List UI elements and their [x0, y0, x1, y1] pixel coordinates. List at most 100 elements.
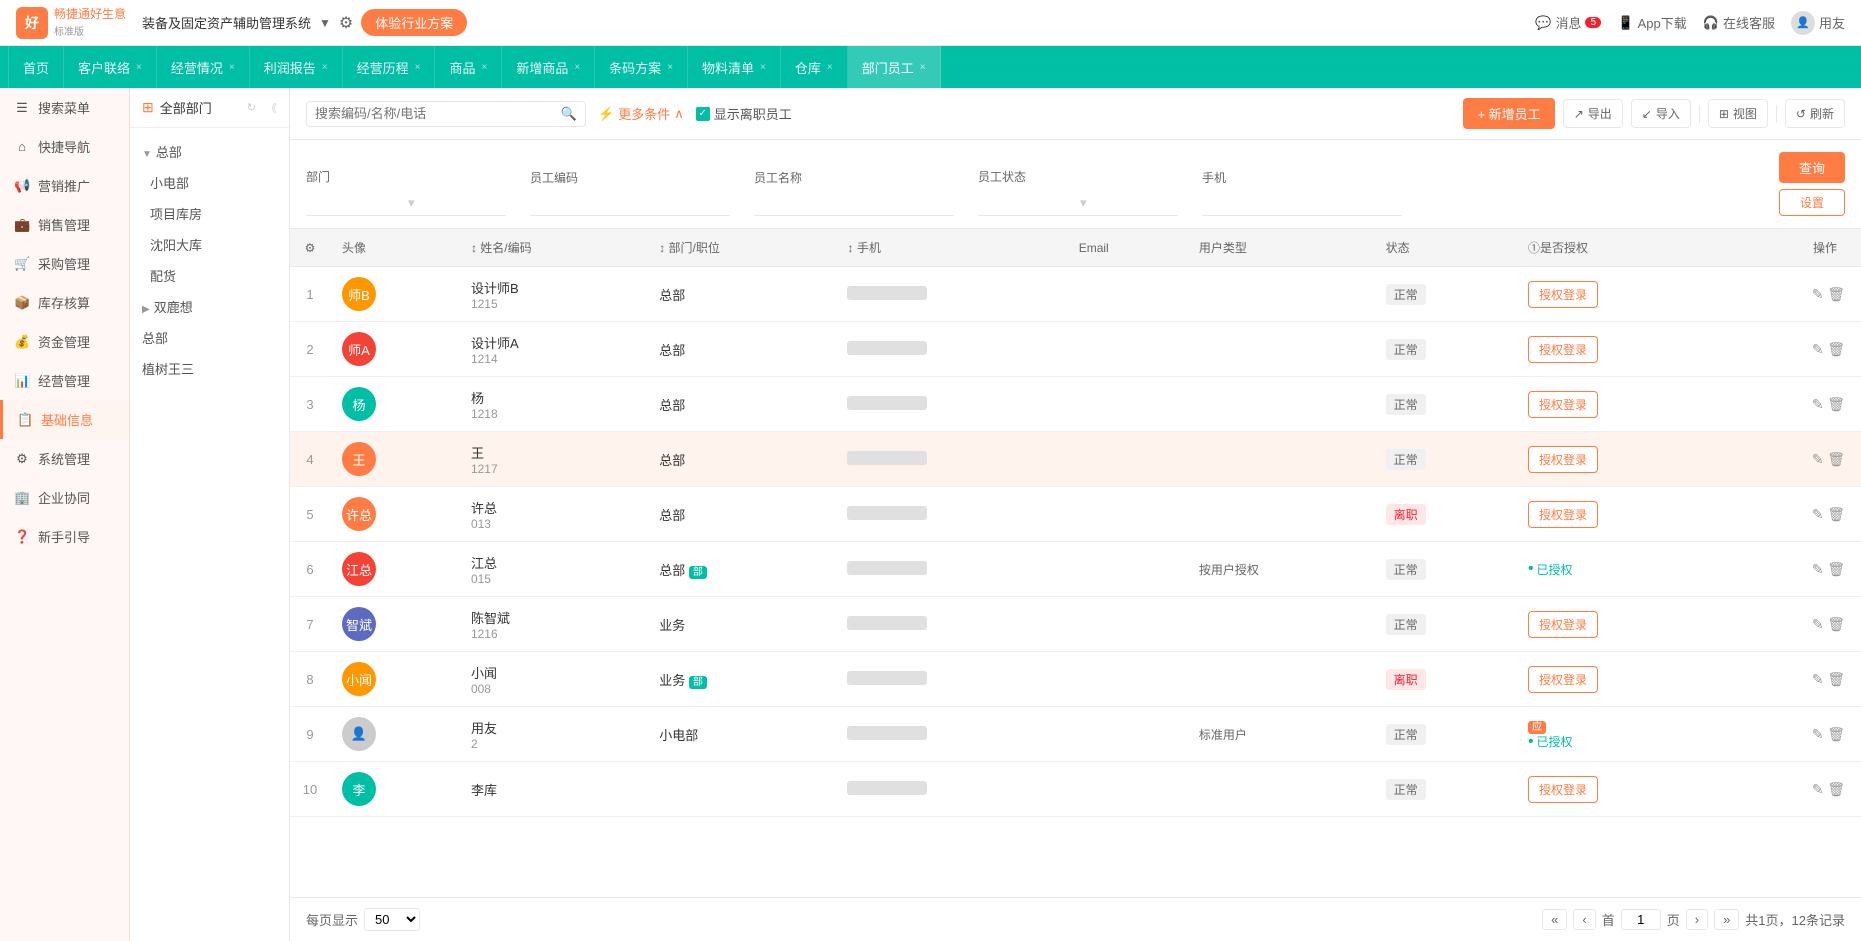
auth-btn-5[interactable]: 授权登录 [1528, 501, 1598, 528]
tab-close-物料清单[interactable]: × [760, 62, 766, 73]
first-page-btn[interactable]: « [1542, 909, 1567, 930]
sidebar-item-search[interactable]: ☰搜索菜单 [0, 88, 129, 127]
user-area[interactable]: 👤 用友 [1791, 11, 1845, 35]
sidebar-item-marketing[interactable]: 📢营销推广 [0, 166, 129, 205]
dept-node-总部[interactable]: 总部 [130, 322, 289, 353]
sidebar-item-sales[interactable]: 💼销售管理 [0, 205, 129, 244]
more-filter-btn[interactable]: ⚡ 更多条件 ∧ [598, 104, 684, 123]
nav-tab-条码方案[interactable]: 条码方案 × [595, 46, 688, 88]
delete-btn-9[interactable]: 🗑 [1827, 726, 1845, 742]
page-input[interactable] [1621, 909, 1661, 930]
prev-page-btn[interactable]: ‹ [1573, 909, 1595, 930]
delete-btn-6[interactable]: 🗑 [1827, 561, 1845, 577]
tab-close-经营历程[interactable]: × [415, 62, 421, 73]
next-page-btn[interactable]: › [1686, 909, 1708, 930]
nav-tab-物料清单[interactable]: 物料清单 × [688, 46, 781, 88]
delete-btn-2[interactable]: 🗑 [1827, 341, 1845, 357]
auth-btn-2[interactable]: 授权登录 [1528, 336, 1598, 363]
resigned-checkbox[interactable]: ✓ [696, 107, 710, 121]
auth-btn-1[interactable]: 授权登录 [1528, 281, 1598, 308]
dept-node-配货[interactable]: 配货 [130, 260, 289, 291]
search-input[interactable] [315, 106, 557, 121]
last-page-btn[interactable]: » [1714, 909, 1739, 930]
nav-tab-利润报告[interactable]: 利润报告 × [250, 46, 343, 88]
gear-btn[interactable]: ⚙ [339, 13, 353, 33]
empname-filter-input[interactable] [754, 192, 954, 216]
sidebar-item-inventory[interactable]: 📦库存核算 [0, 283, 129, 322]
edit-btn-4[interactable]: ✎ [1812, 451, 1824, 467]
sidebar-item-guide[interactable]: ❓新手引导 [0, 517, 129, 556]
col-settings[interactable]: ⚙ [290, 229, 330, 267]
edit-btn-2[interactable]: ✎ [1812, 341, 1824, 357]
edit-btn-9[interactable]: ✎ [1812, 726, 1824, 742]
tab-close-商品[interactable]: × [481, 62, 487, 73]
add-employee-btn[interactable]: + 新增员工 [1463, 98, 1554, 129]
nav-tab-仓库[interactable]: 仓库 × [781, 46, 848, 88]
delete-btn-7[interactable]: 🗑 [1827, 616, 1845, 632]
tab-close-条码方案[interactable]: × [667, 62, 673, 73]
sidebar-item-shortcut[interactable]: ⌂快捷导航 [0, 127, 129, 166]
sidebar-item-operation[interactable]: 📊经营管理 [0, 361, 129, 400]
empcode-filter-input[interactable] [530, 192, 730, 216]
auth-btn-4[interactable]: 授权登录 [1528, 446, 1598, 473]
nav-tab-经营情况[interactable]: 经营情况 × [157, 46, 250, 88]
tab-close-经营情况[interactable]: × [229, 62, 235, 73]
edit-btn-10[interactable]: ✎ [1812, 781, 1824, 797]
dept-filter-select[interactable]: ▾ [306, 191, 506, 216]
edit-btn-6[interactable]: ✎ [1812, 561, 1824, 577]
dept-node-植树王三[interactable]: 植树王三 [130, 353, 289, 384]
tab-close-仓库[interactable]: × [827, 62, 833, 73]
edit-btn-3[interactable]: ✎ [1812, 396, 1824, 412]
delete-btn-8[interactable]: 🗑 [1827, 671, 1845, 687]
trial-btn[interactable]: 体验行业方案 [361, 9, 467, 36]
empstatus-filter-select[interactable]: ▾ [978, 191, 1178, 216]
tab-close-部门员工[interactable]: × [920, 62, 926, 73]
tab-close-新增商品[interactable]: × [574, 62, 580, 73]
sidebar-item-basic[interactable]: 📋基础信息 [0, 400, 129, 439]
sidebar-item-enterprise[interactable]: 🏢企业协同 [0, 478, 129, 517]
sidebar-item-system[interactable]: ⚙系统管理 [0, 439, 129, 478]
dept-node-双鹿想[interactable]: ▶双鹿想 [130, 291, 289, 322]
auth-btn-7[interactable]: 授权登录 [1528, 611, 1598, 638]
system-dropdown-btn[interactable]: ▼ [319, 16, 331, 30]
auth-btn-8[interactable]: 授权登录 [1528, 666, 1598, 693]
edit-btn-1[interactable]: ✎ [1812, 286, 1824, 302]
dept-node-总部[interactable]: ▼总部 [130, 136, 289, 167]
delete-btn-10[interactable]: 🗑 [1827, 781, 1845, 797]
nav-tab-经营历程[interactable]: 经营历程 × [343, 46, 436, 88]
edit-btn-5[interactable]: ✎ [1812, 506, 1824, 522]
show-resigned-toggle[interactable]: ✓ 显示离职员工 [696, 104, 792, 123]
dept-node-小电部[interactable]: 小电部 [130, 167, 289, 198]
refresh-btn[interactable]: ↺ 刷新 [1785, 99, 1845, 128]
per-page-select[interactable]: 50 100 200 [364, 908, 420, 931]
delete-btn-4[interactable]: 🗑 [1827, 451, 1845, 467]
export-btn[interactable]: ↗ 导出 [1563, 99, 1623, 128]
tab-close-利润报告[interactable]: × [322, 62, 328, 73]
phone-filter-input[interactable] [1202, 192, 1402, 216]
edit-btn-8[interactable]: ✎ [1812, 671, 1824, 687]
sidebar-item-purchase[interactable]: 🛒采购管理 [0, 244, 129, 283]
delete-btn-1[interactable]: 🗑 [1827, 286, 1845, 302]
nav-tab-商品[interactable]: 商品 × [435, 46, 502, 88]
nav-tab-新增商品[interactable]: 新增商品 × [502, 46, 595, 88]
view-btn[interactable]: ⊞ 视图 [1708, 99, 1768, 128]
nav-tab-部门员工[interactable]: 部门员工 × [848, 46, 941, 88]
edit-btn-7[interactable]: ✎ [1812, 616, 1824, 632]
auth-btn-3[interactable]: 授权登录 [1528, 391, 1598, 418]
app-download-btn[interactable]: 📱 App下载 [1617, 13, 1686, 32]
dept-node-沈阳大库[interactable]: 沈阳大库 [130, 229, 289, 260]
nav-tab-客户联络[interactable]: 客户联络 × [64, 46, 157, 88]
auth-btn-10[interactable]: 授权登录 [1528, 776, 1598, 803]
collapse-dept-btn[interactable]: 《 [266, 100, 277, 116]
nav-tab-首页[interactable]: 首页 [8, 46, 64, 88]
tab-close-客户联络[interactable]: × [136, 62, 142, 73]
refresh-dept-btn[interactable]: ↻ [247, 101, 256, 114]
sidebar-item-finance[interactable]: 💰资金管理 [0, 322, 129, 361]
delete-btn-3[interactable]: 🗑 [1827, 396, 1845, 412]
online-service-btn[interactable]: 🎧 在线客服 [1703, 13, 1775, 32]
delete-btn-5[interactable]: 🗑 [1827, 506, 1845, 522]
dept-node-项目库房[interactable]: 项目库房 [130, 198, 289, 229]
import-btn[interactable]: ↙ 导入 [1631, 99, 1691, 128]
message-btn[interactable]: 💬 消息 5 [1535, 13, 1601, 32]
query-btn[interactable]: 查询 [1779, 152, 1845, 183]
